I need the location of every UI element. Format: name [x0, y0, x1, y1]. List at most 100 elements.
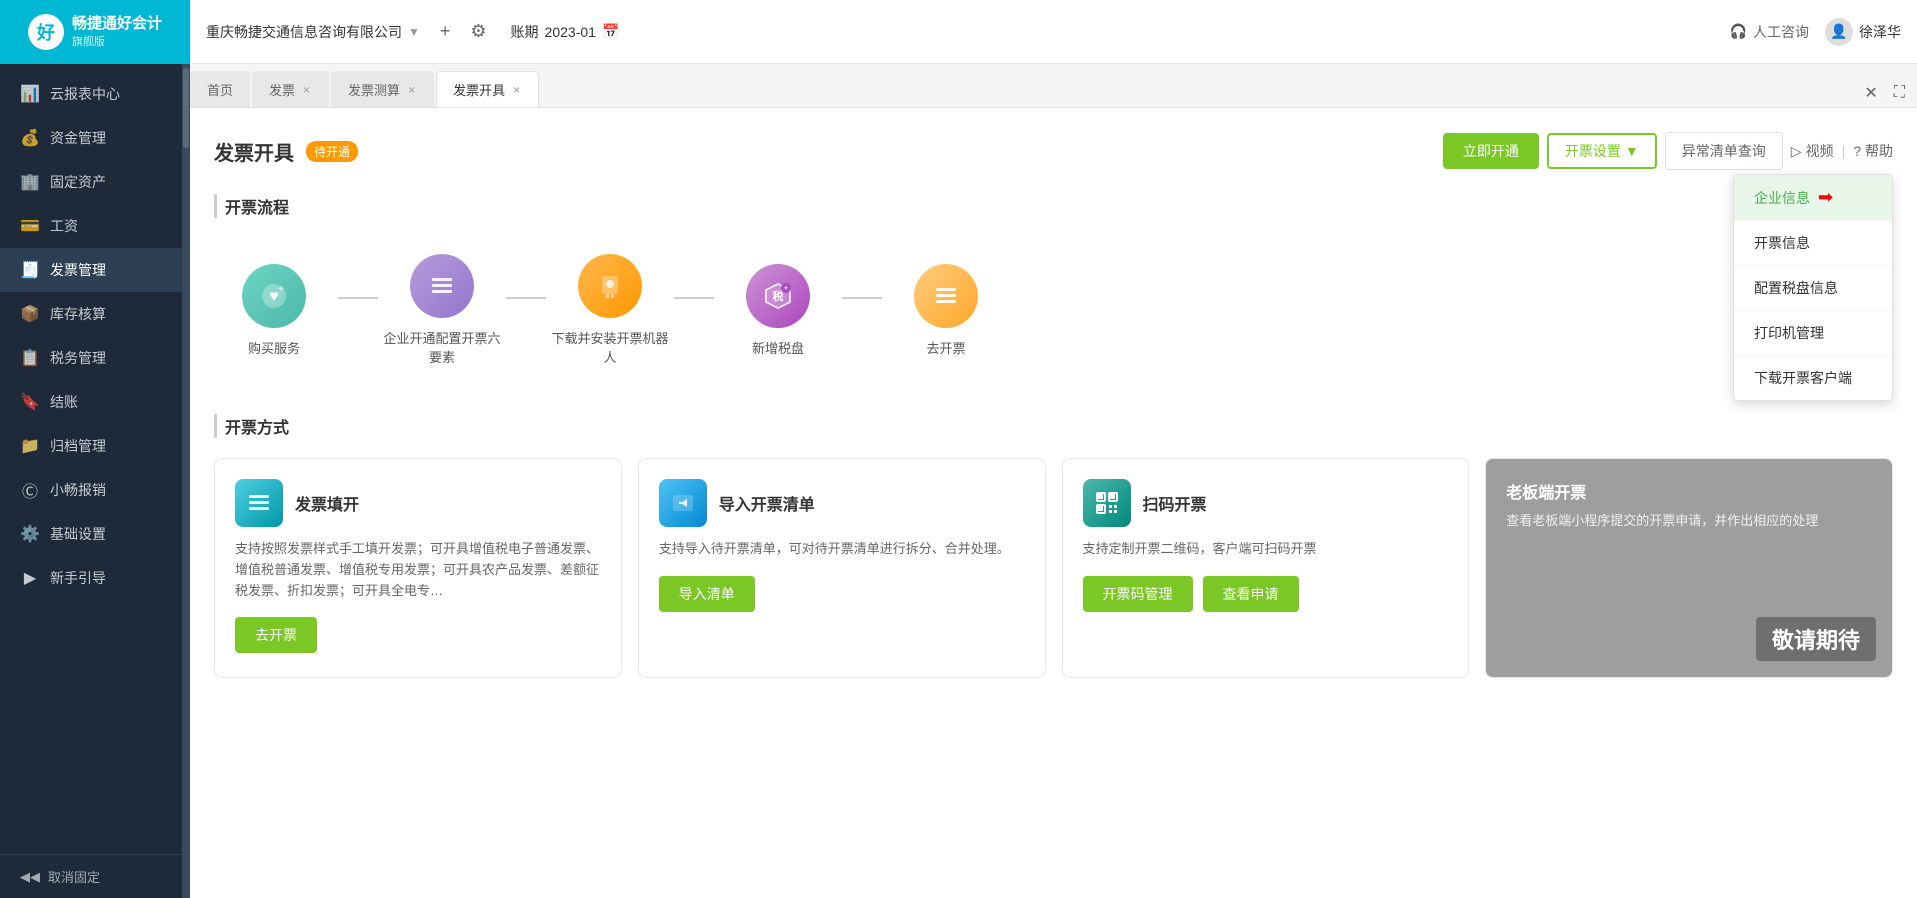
method-scan-desc: 支持定制开票二维码，客户端可扫码开票	[1083, 539, 1449, 560]
video-button[interactable]: ▷ 视频	[1791, 141, 1834, 161]
company-selector[interactable]: 重庆畅捷交通信息咨询有限公司 ▼	[206, 22, 420, 42]
tab-invoice-calc-label: 发票测算	[348, 80, 400, 99]
activate-button[interactable]: 立即开通	[1443, 133, 1539, 169]
main-content: 发票开具 待开通 立即开通 开票设置 ▼ 异常清单查询 ▷ 视频 | ? 帮助 …	[190, 108, 1917, 898]
dropdown-item-company[interactable]: 企业信息 ➡	[1734, 175, 1892, 221]
method-fill-button[interactable]: 去开票	[235, 617, 317, 653]
step-divider-3	[674, 297, 714, 299]
flow-title: 开票流程	[214, 194, 1893, 218]
sidebar-item-guide[interactable]: ▶ 新手引导	[0, 556, 190, 600]
video-label: 视频	[1806, 141, 1834, 161]
dropdown-item-download-client[interactable]: 下载开票客户端	[1734, 356, 1892, 400]
page-actions: 立即开通 开票设置 ▼ 异常清单查询 ▷ 视频 | ? 帮助 企业信息 ➡	[1443, 132, 1893, 170]
sidebar-item-settlement[interactable]: 🔖 结账	[0, 380, 190, 424]
coming-soon-badge: 敬请期待	[1756, 617, 1876, 661]
tab-home-label: 首页	[207, 80, 233, 99]
method-card-boss: 老板端开票 查看老板端小程序提交的开票申请，并作出相应的处理 敬请期待	[1485, 458, 1893, 678]
tab-invoice-close[interactable]: ×	[301, 83, 312, 97]
sidebar-item-inventory[interactable]: 📦 库存核算	[0, 292, 190, 336]
user-name: 徐泽华	[1859, 22, 1901, 42]
consultation-button[interactable]: 🎧 人工咨询	[1730, 22, 1809, 42]
user-avatar: 👤	[1825, 18, 1853, 46]
tab-invoice-calc-close[interactable]: ×	[406, 83, 417, 97]
sidebar: 好 畅捷通好会计 旗舰版 📊 云报表中心 💰 资金管理 🏢 固定资产 💳 工资 …	[0, 0, 190, 898]
settings-dropdown-label: 开票设置	[1565, 141, 1621, 161]
sidebar-item-expense[interactable]: Ⓒ 小畅报销	[0, 468, 190, 512]
period-label: 账期	[511, 22, 539, 42]
dropdown-company-label: 企业信息	[1754, 188, 1810, 208]
flow-step-2: 企业开通配置开票六要素	[382, 254, 502, 366]
step-4-icon: 税+	[746, 264, 810, 328]
sidebar-item-label: 发票管理	[50, 260, 106, 280]
method-fill-header: 发票填开	[235, 479, 601, 527]
tabs-expand-button[interactable]: ⛶	[1890, 80, 1909, 106]
settings-dropdown-menu: 企业信息 ➡ 开票信息 配置税盘信息 打印机管理 下载开票客户端	[1733, 174, 1893, 401]
dropdown-download-label: 下载开票客户端	[1754, 368, 1852, 388]
pin-icon: ◀◀	[20, 869, 40, 885]
dropdown-item-invoice-info[interactable]: 开票信息	[1734, 221, 1892, 266]
tab-invoice-issue[interactable]: 发票开具 ×	[436, 71, 539, 107]
tab-invoice-issue-close[interactable]: ×	[511, 83, 522, 97]
app-version: 旗舰版	[72, 33, 162, 49]
red-arrow-icon: ➡	[1818, 187, 1833, 208]
header: 重庆畅捷交通信息咨询有限公司 ▼ + ⚙ 账期 2023-01 📅 🎧 人工咨询…	[190, 0, 1917, 64]
sidebar-item-tax[interactable]: 📋 税务管理	[0, 336, 190, 380]
tab-home[interactable]: 首页	[190, 71, 250, 107]
flow-steps: ♥+ 购买服务 企业开通配置开票六要素 下载并安装开票机器人	[214, 238, 1893, 382]
method-card-scan: 扫码开票 支持定制开票二维码，客户端可扫码开票 开票码管理 查看申请	[1062, 458, 1470, 678]
expense-icon: Ⓒ	[20, 480, 40, 500]
method-card-import: 导入开票清单 支持导入待开票清单，可对待开票清单进行拆分、合并处理。 导入清单	[638, 458, 1046, 678]
sidebar-item-fund[interactable]: 💰 资金管理	[0, 116, 190, 160]
method-scan-qr-button[interactable]: 开票码管理	[1083, 576, 1193, 612]
tabs-close-button[interactable]: ✕	[1860, 79, 1881, 107]
method-scan-header: 扫码开票	[1083, 479, 1449, 527]
sidebar-item-cloud-reports[interactable]: 📊 云报表中心	[0, 72, 190, 116]
period-info: 账期 2023-01 📅	[511, 22, 620, 42]
sidebar-item-archive[interactable]: 📁 归档管理	[0, 424, 190, 468]
unpin-label: 取消固定	[48, 867, 100, 886]
method-import-title: 导入开票清单	[719, 491, 815, 515]
dropdown-item-printer[interactable]: 打印机管理	[1734, 311, 1892, 356]
help-button[interactable]: ? 帮助	[1853, 141, 1893, 161]
sidebar-item-invoice[interactable]: 🧾 发票管理	[0, 248, 190, 292]
sidebar-item-label: 库存核算	[50, 304, 106, 324]
method-boss-title: 老板端开票	[1506, 479, 1872, 503]
sidebar-item-fixed-assets[interactable]: 🏢 固定资产	[0, 160, 190, 204]
sidebar-bottom[interactable]: ◀◀ 取消固定	[0, 854, 190, 898]
method-boss-desc: 查看老板端小程序提交的开票申请，并作出相应的处理	[1506, 511, 1872, 532]
flow-step-3: 下载并安装开票机器人	[550, 254, 670, 366]
sidebar-item-label: 税务管理	[50, 348, 106, 368]
settings-dropdown-button[interactable]: 开票设置 ▼	[1547, 133, 1657, 169]
user-info[interactable]: 👤 徐泽华	[1825, 18, 1901, 46]
abnormal-button[interactable]: 异常清单查询	[1665, 132, 1783, 170]
app-name: 畅捷通好会计	[72, 15, 162, 33]
svg-text:+: +	[783, 283, 788, 293]
sidebar-item-settings[interactable]: ⚙️ 基础设置	[0, 512, 190, 556]
method-import-button[interactable]: 导入清单	[659, 576, 755, 612]
inventory-icon: 📦	[20, 304, 40, 324]
help-label: 帮助	[1865, 141, 1893, 161]
add-button[interactable]: +	[436, 17, 455, 46]
method-scan-apply-button[interactable]: 查看申请	[1203, 576, 1299, 612]
tab-invoice-calc[interactable]: 发票测算 ×	[331, 71, 434, 107]
step-2-icon	[410, 254, 474, 318]
logo-text-area: 畅捷通好会计 旗舰版	[72, 15, 162, 49]
page-title: 发票开具	[214, 137, 294, 166]
tax-icon: 📋	[20, 348, 40, 368]
headset-icon: 🎧	[1730, 23, 1747, 40]
sidebar-item-salary[interactable]: 💳 工资	[0, 204, 190, 248]
tab-invoice-label: 发票	[269, 80, 295, 99]
dropdown-item-tax-config[interactable]: 配置税盘信息	[1734, 266, 1892, 311]
fund-icon: 💰	[20, 128, 40, 148]
methods-grid: 发票填开 支持按照发票样式手工填开发票；可开具增值税电子普通发票、增值税普通发票…	[214, 458, 1893, 678]
settings-button[interactable]: ⚙	[466, 17, 490, 46]
consultation-label: 人工咨询	[1753, 22, 1809, 42]
step-5-icon	[914, 264, 978, 328]
sidebar-item-label: 小畅报销	[50, 480, 106, 500]
company-name: 重庆畅捷交通信息咨询有限公司	[206, 22, 402, 42]
step-divider-2	[506, 297, 546, 299]
step-divider-4	[842, 297, 882, 299]
tab-invoice[interactable]: 发票 ×	[252, 71, 329, 107]
divider: |	[1842, 143, 1846, 159]
method-import-icon	[659, 479, 707, 527]
